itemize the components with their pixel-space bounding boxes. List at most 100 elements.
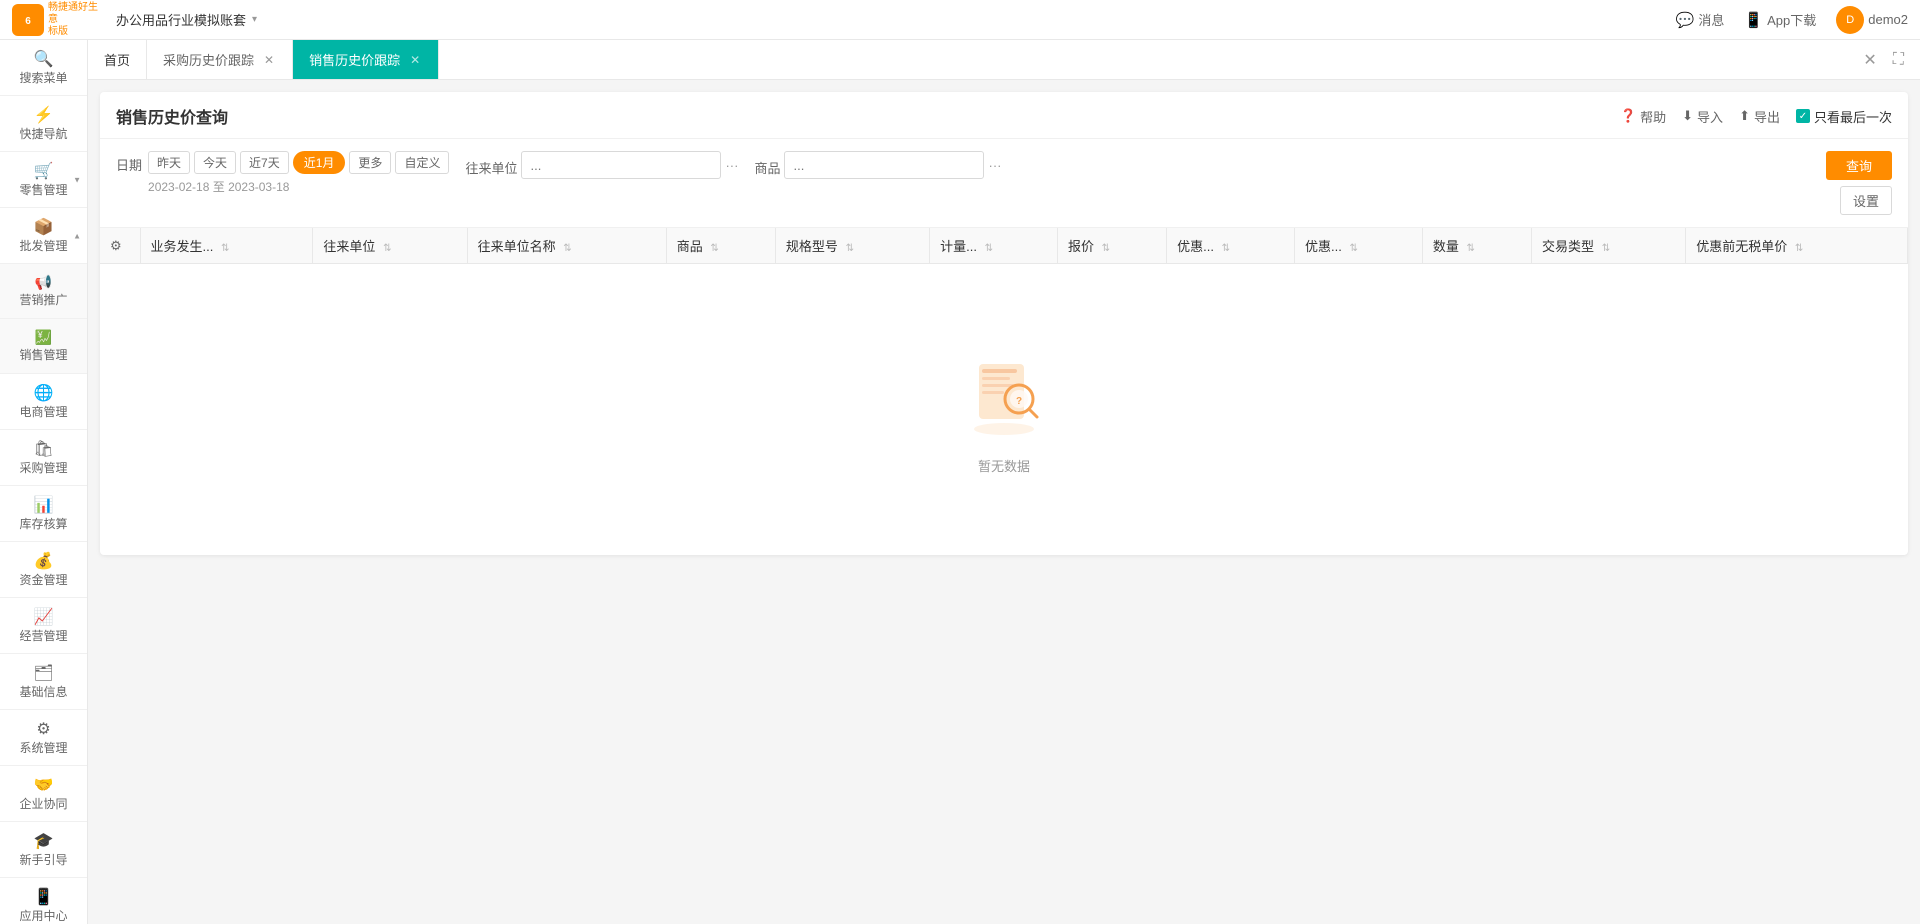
close-tab-icon[interactable]: ✕: [1859, 46, 1880, 74]
wholesale-icon: 📦: [34, 217, 54, 237]
query-button[interactable]: 查询: [1826, 151, 1892, 180]
sidebar-label-ecom: 电商管理: [19, 403, 67, 420]
tab-purchase-history[interactable]: 采购历史价跟踪 ✕: [147, 40, 293, 79]
sort-quantity-icon: ⇅: [1467, 243, 1475, 254]
sidebar-item-system[interactable]: ⚙ 系统管理: [0, 710, 87, 766]
only-last-label: 只看最后一次: [1814, 107, 1892, 126]
sidebar-item-marketing[interactable]: 📢 营销推广: [0, 264, 87, 319]
th-biz-date[interactable]: 业务发生... ⇅: [140, 228, 313, 264]
table-settings-icon[interactable]: ⚙: [110, 238, 122, 253]
app-download-icon: 📱: [1744, 11, 1763, 29]
app-download-label: App下载: [1767, 10, 1816, 29]
tab-sales-history[interactable]: 销售历史价跟踪 ✕: [293, 40, 439, 79]
export-btn[interactable]: ⬆ 导出: [1739, 107, 1780, 126]
sidebar-item-purchase[interactable]: 🛍 采购管理: [0, 430, 87, 486]
sidebar-item-app-center[interactable]: 📱 应用中心: [0, 878, 87, 924]
sidebar-item-basic-info[interactable]: 🗂 基础信息: [0, 654, 87, 710]
page-card: 销售历史价查询 ❓ 帮助 ⬇ 导入 ⬆ 导出: [100, 92, 1908, 555]
goods-dots[interactable]: ···: [988, 158, 1001, 173]
th-quantity[interactable]: 数量 ⇅: [1422, 228, 1531, 264]
date-btn-1month[interactable]: 近1月: [293, 151, 346, 174]
settings-button[interactable]: 设置: [1840, 186, 1892, 215]
sort-quoted-icon: ⇅: [1102, 243, 1110, 254]
goods-label: 商品: [754, 154, 780, 177]
empty-state: ? 暂无数据: [100, 264, 1908, 555]
goods-filter-group: 商品 ···: [754, 151, 1001, 179]
th-discount2[interactable]: 优惠... ⇅: [1295, 228, 1423, 264]
date-btn-7days[interactable]: 近7天: [240, 151, 289, 174]
tab-close-purchase[interactable]: ✕: [262, 53, 276, 67]
message-btn[interactable]: 💬 消息: [1676, 10, 1725, 29]
partner-input[interactable]: [521, 151, 721, 179]
th-unit[interactable]: 计量... ⇅: [930, 228, 1058, 264]
th-goods[interactable]: 商品 ⇅: [666, 228, 775, 264]
tab-purchase-history-label: 采购历史价跟踪: [163, 50, 254, 69]
sidebar-item-wholesale-mgmt[interactable]: 📦 批发管理: [0, 208, 87, 264]
sidebar-label-inventory: 库存核算: [19, 515, 67, 532]
sidebar-label-app-center: 应用中心: [19, 907, 67, 924]
page-header-actions: ❓ 帮助 ⬇ 导入 ⬆ 导出 ✓ 只看最后一次: [1620, 107, 1892, 126]
table-container: ⚙ 业务发生... ⇅ 往来单位 ⇅: [100, 228, 1908, 555]
ecom-icon: 🌐: [34, 383, 54, 403]
sidebar-item-retail-mgmt[interactable]: 🛒 零售管理: [0, 152, 87, 208]
app-center-icon: 📱: [34, 887, 54, 907]
user-area[interactable]: D demo2: [1836, 6, 1908, 34]
date-btn-today[interactable]: 今天: [194, 151, 236, 174]
sidebar-label-basic: 基础信息: [19, 683, 67, 700]
help-btn[interactable]: ❓ 帮助: [1620, 107, 1666, 126]
sidebar-item-enterprise-collab[interactable]: 🤝 企业协同: [0, 766, 87, 822]
sidebar-item-ecom[interactable]: 🌐 电商管理: [0, 374, 87, 430]
logo-area: 6 畅捷通好生意 标版: [12, 2, 100, 38]
sort-partner-icon: ⇅: [383, 243, 391, 254]
tab-bar-actions: ✕ ⛶: [1847, 40, 1920, 79]
tab-home[interactable]: 首页: [88, 40, 147, 79]
marketing-icon: 📢: [35, 274, 52, 291]
th-partner[interactable]: 往来单位 ⇅: [313, 228, 467, 264]
sort-partner-name-icon: ⇅: [563, 243, 571, 254]
message-icon: 💬: [1676, 11, 1695, 29]
th-trade-type[interactable]: 交易类型 ⇅: [1532, 228, 1686, 264]
date-filter-group: 日期 昨天 今天 近7天 近1月 更多 自定义 2023-02-18 至 202…: [116, 151, 449, 195]
sidebar-item-sales-mgmt[interactable]: 💹 销售管理: [0, 319, 87, 374]
sidebar-item-beginner[interactable]: 🎓 新手引导: [0, 822, 87, 878]
sidebar-label-beginner: 新手引导: [19, 851, 67, 868]
partner-dots[interactable]: ···: [725, 158, 738, 173]
th-spec[interactable]: 规格型号 ⇅: [775, 228, 929, 264]
tab-close-sales[interactable]: ✕: [408, 53, 422, 67]
check-icon: ✓: [1796, 109, 1810, 123]
sidebar-item-inventory[interactable]: 📊 库存核算: [0, 486, 87, 542]
sidebar-label-collab: 企业协同: [19, 795, 67, 812]
sidebar-label-marketing: 营销推广: [19, 291, 67, 308]
sidebar-label-search-menu: 搜索菜单: [19, 69, 67, 86]
sort-goods-icon: ⇅: [710, 243, 718, 254]
svg-text:?: ?: [1016, 396, 1022, 407]
username: demo2: [1868, 12, 1908, 27]
operations-icon: 📈: [34, 607, 54, 627]
only-last-checkbox[interactable]: ✓ 只看最后一次: [1796, 107, 1892, 126]
import-btn[interactable]: ⬇ 导入: [1682, 107, 1723, 126]
app-download-btn[interactable]: 📱 App下载: [1744, 10, 1816, 29]
retail-icon: 🛒: [34, 161, 54, 181]
date-btn-more[interactable]: 更多: [349, 151, 391, 174]
date-btn-custom[interactable]: 自定义: [395, 151, 449, 174]
th-quoted-price[interactable]: 报价 ⇅: [1057, 228, 1166, 264]
date-btn-yesterday[interactable]: 昨天: [148, 151, 190, 174]
sidebar-item-search-menu[interactable]: 🔍 搜索菜单: [0, 40, 87, 96]
goods-input[interactable]: [784, 151, 984, 179]
top-bar-right: 💬 消息 📱 App下载 D demo2: [1676, 6, 1908, 34]
page-header: 销售历史价查询 ❓ 帮助 ⬇ 导入 ⬆ 导出: [100, 92, 1908, 139]
inventory-icon: 📊: [34, 495, 54, 515]
filter-bar: 日期 昨天 今天 近7天 近1月 更多 自定义 2023-02-18 至 202…: [100, 139, 1908, 228]
sidebar-item-finance[interactable]: 💰 资金管理: [0, 542, 87, 598]
app-selector[interactable]: 办公用品行业模拟账套 ▾: [108, 6, 265, 33]
sidebar-label-finance: 资金管理: [19, 571, 67, 588]
sidebar-item-operations[interactable]: 📈 经营管理: [0, 598, 87, 654]
sort-biz-date-icon: ⇅: [221, 243, 229, 254]
sidebar-item-quick-nav[interactable]: ⚡ 快捷导航: [0, 96, 87, 152]
sales-icon: 💹: [35, 329, 52, 346]
th-partner-name[interactable]: 往来单位名称 ⇅: [467, 228, 666, 264]
maximize-icon[interactable]: ⛶: [1889, 47, 1908, 73]
th-discount1[interactable]: 优惠... ⇅: [1167, 228, 1295, 264]
sort-discount2-icon: ⇅: [1349, 243, 1357, 254]
th-pre-tax-price[interactable]: 优惠前无税单价 ⇅: [1686, 228, 1908, 264]
